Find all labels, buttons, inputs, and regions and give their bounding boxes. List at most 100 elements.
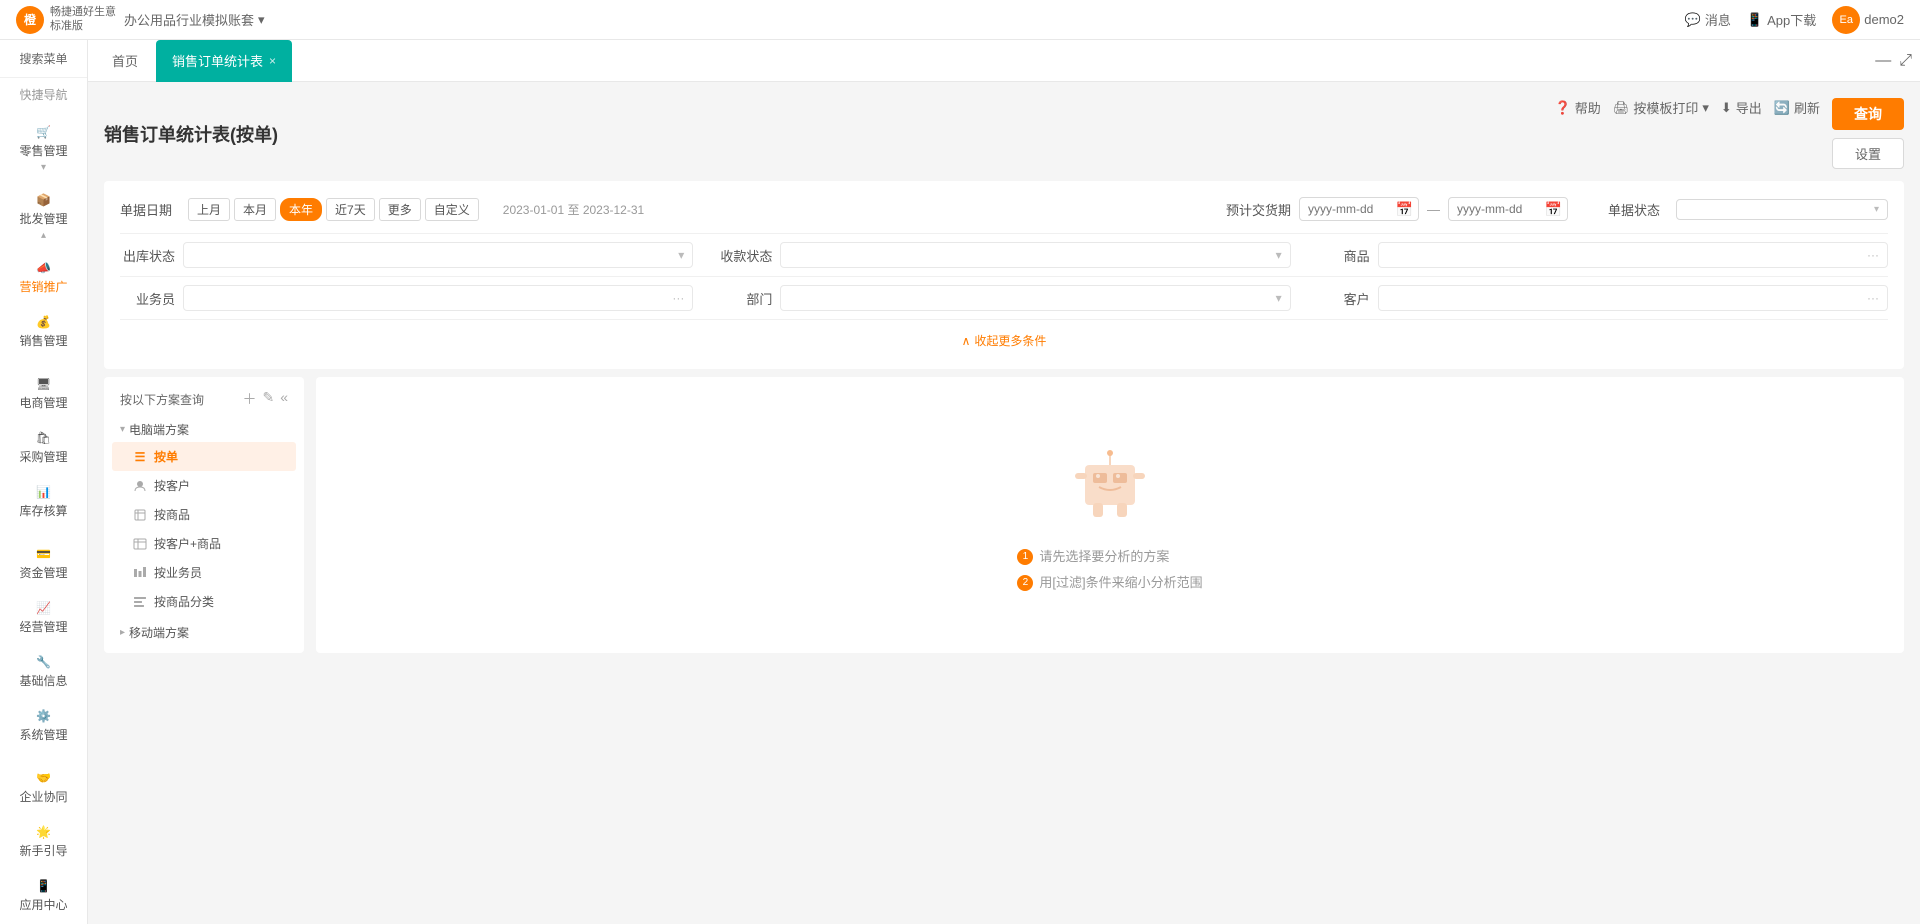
date-btn-custom[interactable]: 自定义: [425, 198, 479, 221]
sales-rep-select[interactable]: ···: [183, 285, 693, 311]
by-order-icon: ☰: [132, 449, 148, 465]
enterprise-icon: 🤝: [36, 771, 51, 785]
payment-status-select[interactable]: ▾: [780, 242, 1290, 268]
by-goods-category-icon: [132, 594, 148, 610]
settings-button[interactable]: 设置: [1832, 138, 1904, 169]
filter-divider-1: [120, 233, 1888, 234]
message-button[interactable]: 💬 消息: [1685, 10, 1731, 29]
order-status-filter: 单据状态 ▾: [1608, 199, 1888, 220]
collapse-scheme-icon[interactable]: «: [280, 389, 288, 409]
help-icon: ❓: [1555, 100, 1571, 116]
scheme-item-by-customer-goods[interactable]: 按客户+商品: [112, 529, 296, 558]
date-btn-this-month[interactable]: 本月: [234, 198, 276, 221]
sidebar-item-finance[interactable]: 💳 资金管理: [0, 537, 87, 591]
ship-status-select[interactable]: ▾: [183, 242, 693, 268]
scheme-pc-section-header[interactable]: ▾ 电脑端方案: [112, 417, 296, 442]
empty-state-area: 1 请先选择要分析的方案 2 用[过滤]条件来缩小分析范围: [316, 377, 1904, 653]
sidebar-item-enterprise[interactable]: 🤝 企业协同: [0, 761, 87, 815]
customer-more-icon: ···: [1867, 291, 1879, 305]
sidebar-item-inventory[interactable]: 📊 库存核算: [0, 475, 87, 529]
print-template-button[interactable]: 🖨 按模板打印 ▾: [1613, 98, 1709, 117]
date-range-text: 2023-01-01 至 2023-12-31: [503, 201, 644, 218]
date-btn-this-year[interactable]: 本年: [280, 198, 322, 221]
goods-select[interactable]: ···: [1378, 242, 1888, 268]
sidebar-item-basics[interactable]: 🔧 基础信息: [0, 645, 87, 699]
sidebar-item-apps[interactable]: 📱 应用中心: [0, 869, 87, 923]
calendar-start-icon: 📅: [1396, 201, 1413, 218]
scheme-item-by-goods-category[interactable]: 按商品分类: [112, 587, 296, 616]
edit-scheme-icon[interactable]: ✎: [262, 389, 274, 409]
sidebar-item-operations[interactable]: 📈 经营管理: [0, 591, 87, 645]
by-goods-icon: [132, 507, 148, 523]
logo-text: 畅捷通好生意 标准版: [50, 6, 116, 32]
expected-delivery-label: 预计交货期: [1226, 200, 1291, 219]
order-status-label: 单据状态: [1608, 200, 1668, 219]
marketing-icon: 📣: [36, 261, 51, 275]
sidebar-item-newbie[interactable]: 🌟 新手引导: [0, 815, 87, 869]
add-scheme-icon[interactable]: ＋: [242, 389, 256, 409]
sidebar-item-ecom[interactable]: 🖥 电商管理: [0, 367, 87, 421]
tab-sales-order-stats[interactable]: 销售订单统计表 ×: [156, 40, 292, 82]
sidebar-item-system[interactable]: ⚙️ 系统管理: [0, 699, 87, 753]
message-icon: 💬: [1685, 12, 1701, 28]
by-customer-icon: [132, 478, 148, 494]
date-btn-last-month[interactable]: 上月: [188, 198, 230, 221]
scheme-item-by-goods[interactable]: 按商品: [112, 500, 296, 529]
scheme-item-by-sales-rep[interactable]: 按业务员: [112, 558, 296, 587]
collapse-button[interactable]: ∧ 收起更多条件: [120, 328, 1888, 353]
top-bar-right: 💬 消息 📱 App下载 Ea demo2: [1685, 6, 1904, 34]
order-status-select[interactable]: ▾: [1676, 199, 1888, 220]
newbie-icon: 🌟: [36, 825, 51, 839]
user-menu[interactable]: Ea demo2: [1832, 6, 1904, 34]
top-bar: 橙 畅捷通好生意 标准版 办公用品行业模拟账套 ▾ 💬 消息 📱 App下载 E…: [0, 0, 1920, 40]
filter-panel: 单据日期 上月 本月 本年 近7天 更多 自定义 2023-01-01 至 20…: [104, 181, 1904, 369]
export-icon: ⬇: [1721, 100, 1732, 116]
dept-arrow-icon: ▾: [1276, 291, 1282, 305]
sales-rep-label: 业务员: [120, 289, 175, 308]
breadcrumb[interactable]: 办公用品行业模拟账套 ▾: [124, 10, 265, 29]
sidebar-item-sales[interactable]: 💰 销售管理: [0, 305, 87, 359]
ship-status-arrow-icon: ▾: [678, 248, 684, 262]
finance-icon: 💳: [36, 547, 51, 561]
sidebar-item-purchase[interactable]: 🛍 采购管理: [0, 421, 87, 475]
filter-row-1: 单据日期 上月 本月 本年 近7天 更多 自定义 2023-01-01 至 20…: [120, 197, 1888, 221]
scheme-item-by-order[interactable]: ☰ 按单: [112, 442, 296, 471]
sidebar-item-wholesale[interactable]: 📦 批发管理 ▴: [0, 183, 87, 251]
customer-select[interactable]: ···: [1378, 285, 1888, 311]
app-download-button[interactable]: 📱 App下载: [1747, 10, 1816, 29]
basics-icon: 🔧: [36, 655, 51, 669]
refresh-button[interactable]: 🔄 刷新: [1774, 98, 1820, 117]
customer-label: 客户: [1315, 289, 1370, 308]
window-minimize-button[interactable]: —: [1875, 52, 1891, 70]
ship-status-filter: 出库状态 ▾: [120, 242, 693, 268]
top-bar-left: 橙 畅捷通好生意 标准版 办公用品行业模拟账套 ▾: [16, 6, 265, 34]
tip-num-2: 2: [1017, 575, 1033, 591]
sidebar-item-marketing[interactable]: 📣 营销推广: [0, 251, 87, 305]
scheme-mobile-section: ▸ 移动端方案: [112, 620, 296, 645]
sidebar-item-retail[interactable]: 🛒 零售管理 ▾: [0, 115, 87, 183]
empty-tip-2: 2 用[过滤]条件来缩小分析范围: [1017, 570, 1202, 596]
tab-close-button[interactable]: ×: [269, 55, 276, 67]
tab-home[interactable]: 首页: [96, 40, 154, 82]
query-button[interactable]: 查询: [1832, 98, 1904, 130]
export-button[interactable]: ⬇ 导出: [1721, 98, 1762, 117]
date-separator: —: [1423, 202, 1444, 217]
query-actions: 查询 设置: [1832, 98, 1904, 169]
sidebar-quick-nav[interactable]: 快捷导航: [0, 78, 87, 107]
date-btn-more[interactable]: 更多: [379, 198, 421, 221]
scheme-mobile-section-header[interactable]: ▸ 移动端方案: [112, 620, 296, 645]
scheme-item-by-customer[interactable]: 按客户: [112, 471, 296, 500]
date-btn-7days[interactable]: 近7天: [326, 198, 375, 221]
dept-select[interactable]: ▾: [780, 285, 1290, 311]
sidebar-search[interactable]: 搜索菜单: [0, 40, 87, 78]
sidebar: 搜索菜单 快捷导航 🛒 零售管理 ▾ 📦 批发管理 ▴ 📣 营销推广 💰 销售管…: [0, 40, 88, 924]
breadcrumb-text: 办公用品行业模拟账套: [124, 10, 254, 29]
operations-icon: 📈: [36, 601, 51, 615]
purchase-icon: 🛍: [36, 431, 51, 445]
window-maximize-button[interactable]: ⤢: [1899, 52, 1912, 70]
empty-illustration: [1065, 435, 1155, 528]
apps-icon: 📱: [36, 879, 51, 893]
sales-icon: 💰: [36, 315, 51, 329]
help-button[interactable]: ❓ 帮助: [1555, 98, 1601, 117]
expected-delivery-filter: 预计交货期 📅 — 📅: [1226, 197, 1568, 221]
